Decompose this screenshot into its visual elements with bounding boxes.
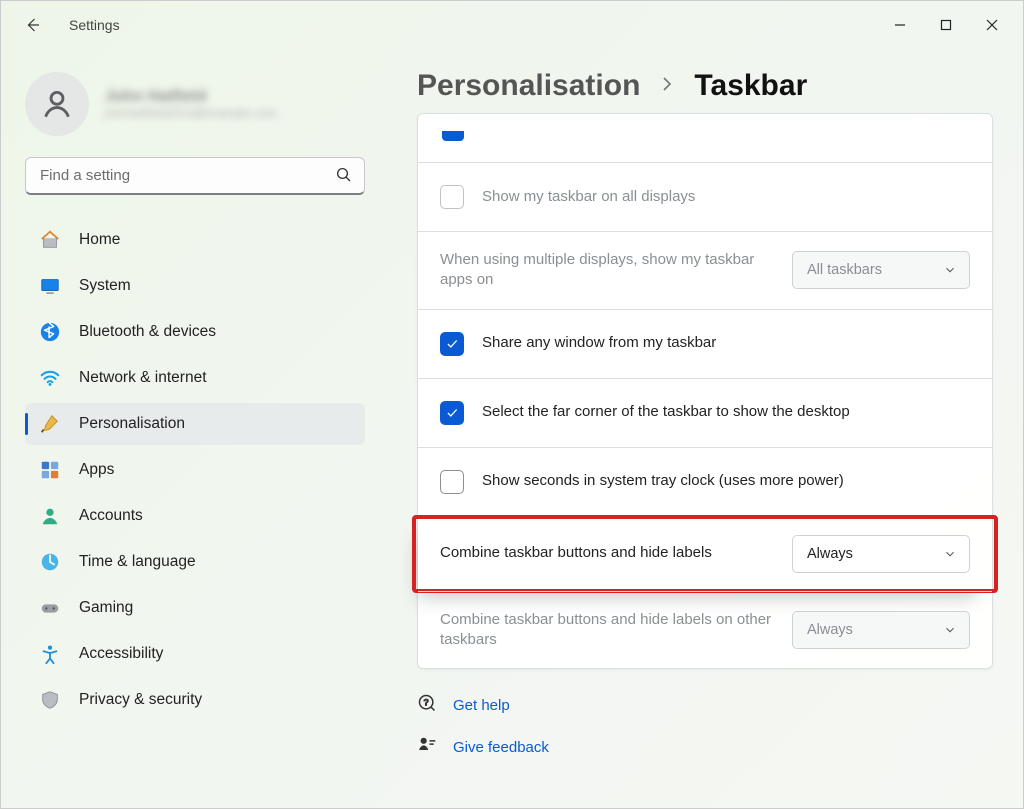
checkbox-far-corner[interactable] — [440, 401, 464, 425]
titlebar: Settings — [1, 1, 1023, 49]
avatar — [25, 72, 89, 136]
chevron-down-icon — [943, 547, 957, 561]
dropdown-combine-other: Always — [792, 611, 970, 649]
close-icon — [986, 19, 998, 31]
checkbox-show-all-displays — [440, 185, 464, 209]
footer-links: ? Get help Give feedback — [417, 693, 993, 759]
search-icon[interactable] — [335, 166, 353, 189]
shield-icon — [39, 689, 61, 711]
nav-label: System — [79, 277, 131, 295]
row-combine-other: Combine taskbar buttons and hide labels … — [418, 591, 992, 669]
nav-privacy[interactable]: Privacy & security — [25, 679, 365, 721]
nav-system[interactable]: System — [25, 265, 365, 307]
nav-label: Apps — [79, 461, 114, 479]
link-give-feedback[interactable]: Give feedback — [417, 735, 993, 759]
dropdown-combine-main[interactable]: Always — [792, 535, 970, 573]
row-show-all-displays: Show my taskbar on all displays — [418, 162, 992, 231]
row-far-corner: Select the far corner of the taskbar to … — [418, 378, 992, 447]
link-get-help[interactable]: ? Get help — [417, 693, 993, 717]
nav-label: Gaming — [79, 599, 133, 617]
account-icon — [39, 505, 61, 527]
clock-globe-icon — [39, 551, 61, 573]
check-icon — [445, 406, 459, 420]
row-combine-main: Combine taskbar buttons and hide labels … — [418, 516, 992, 591]
nav-accounts[interactable]: Accounts — [25, 495, 365, 537]
nav-time[interactable]: Time & language — [25, 541, 365, 583]
breadcrumb-current: Taskbar — [694, 69, 807, 103]
minimize-button[interactable] — [877, 5, 923, 45]
profile[interactable]: John Hatfield johnhatfield2014@example.c… — [25, 69, 365, 139]
nav-gaming[interactable]: Gaming — [25, 587, 365, 629]
search-box — [25, 157, 365, 195]
dropdown-multi-display-apps: All taskbars — [792, 251, 970, 289]
close-button[interactable] — [969, 5, 1015, 45]
partial-checkbox-glimpse — [442, 131, 464, 141]
nav-personalisation[interactable]: Personalisation — [25, 403, 365, 445]
nav-label: Personalisation — [79, 415, 185, 433]
nav-network[interactable]: Network & internet — [25, 357, 365, 399]
system-icon — [39, 275, 61, 297]
maximize-icon — [940, 19, 952, 31]
arrow-left-icon — [24, 16, 42, 34]
chevron-right-icon — [658, 75, 676, 98]
row-show-seconds: Show seconds in system tray clock (uses … — [418, 447, 992, 516]
accessibility-icon — [39, 643, 61, 665]
home-icon — [39, 229, 61, 251]
nav-accessibility[interactable]: Accessibility — [25, 633, 365, 675]
checkbox-show-seconds[interactable] — [440, 470, 464, 494]
paintbrush-icon — [39, 413, 61, 435]
nav-label: Bluetooth & devices — [79, 323, 216, 341]
person-icon — [40, 87, 74, 121]
nav-label: Time & language — [79, 553, 196, 571]
chevron-down-icon — [943, 263, 957, 277]
breadcrumb: Personalisation Taskbar — [417, 69, 993, 103]
main: Personalisation Taskbar Show my taskbar … — [381, 49, 1023, 808]
minimize-icon — [894, 19, 906, 31]
checkbox-share-window[interactable] — [440, 332, 464, 356]
settings-panel: Show my taskbar on all displays When usi… — [417, 113, 993, 669]
chevron-down-icon — [943, 623, 957, 637]
row-share-window: Share any window from my taskbar — [418, 309, 992, 378]
sidebar: John Hatfield johnhatfield2014@example.c… — [1, 49, 381, 808]
gamepad-icon — [39, 597, 61, 619]
nav-label: Network & internet — [79, 369, 207, 387]
feedback-icon — [417, 735, 437, 759]
window-controls — [877, 5, 1015, 45]
nav-apps[interactable]: Apps — [25, 449, 365, 491]
wifi-icon — [39, 367, 61, 389]
nav-label: Home — [79, 231, 120, 249]
nav-label: Accounts — [79, 507, 143, 525]
search-input[interactable] — [25, 157, 365, 195]
maximize-button[interactable] — [923, 5, 969, 45]
app-title: Settings — [69, 17, 120, 33]
bluetooth-icon — [39, 321, 61, 343]
breadcrumb-parent[interactable]: Personalisation — [417, 69, 640, 103]
row-multi-display-apps: When using multiple displays, show my ta… — [418, 231, 992, 309]
profile-email: johnhatfield2014@example.com — [105, 106, 277, 120]
nav-bluetooth[interactable]: Bluetooth & devices — [25, 311, 365, 353]
nav-label: Privacy & security — [79, 691, 202, 709]
nav: Home System Bluetooth & devices Network … — [25, 219, 365, 721]
back-button[interactable] — [21, 13, 45, 37]
apps-icon — [39, 459, 61, 481]
check-icon — [445, 337, 459, 351]
nav-label: Accessibility — [79, 645, 163, 663]
svg-text:?: ? — [423, 698, 429, 708]
nav-home[interactable]: Home — [25, 219, 365, 261]
help-icon: ? — [417, 693, 437, 717]
profile-name: John Hatfield — [105, 88, 277, 106]
